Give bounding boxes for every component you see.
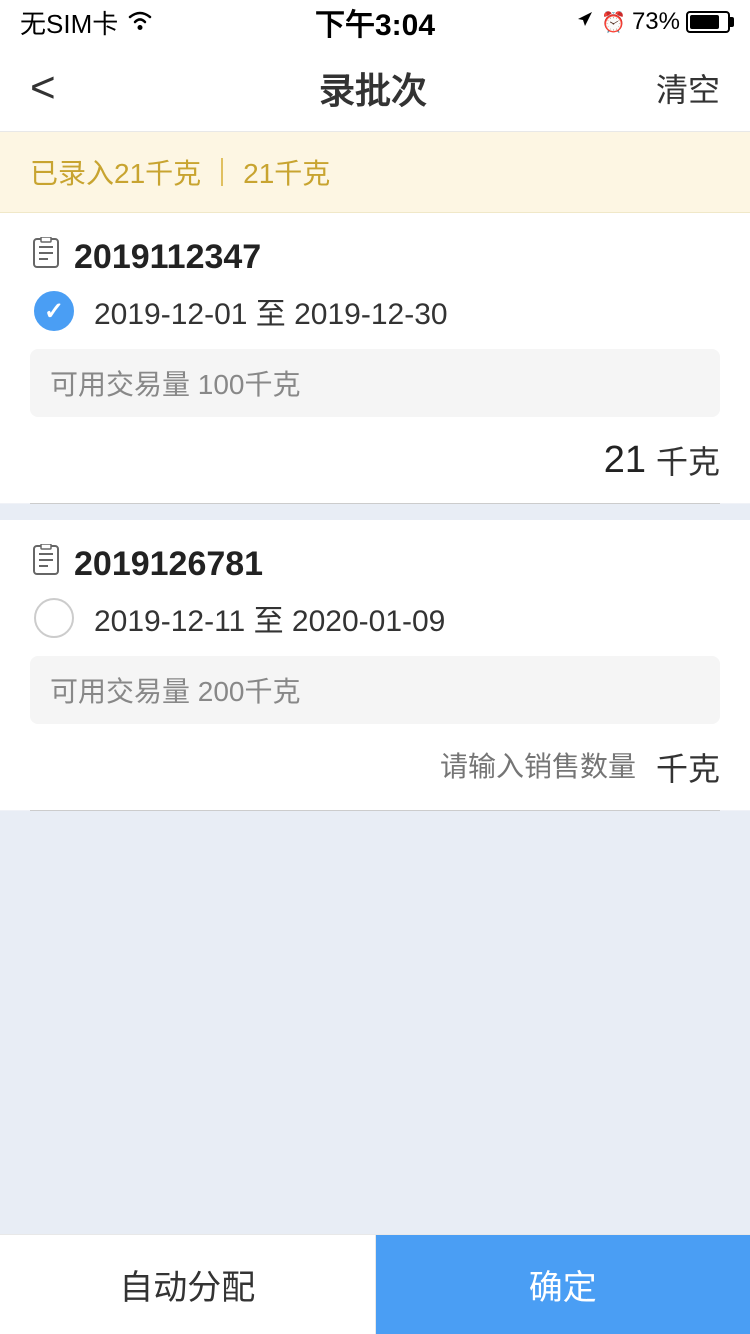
info-banner: 已录入21千克 21千克 — [0, 132, 750, 213]
batch-item-1: 2019112347 2019-12-01 至 2019-12-30 可用交易量… — [0, 213, 750, 417]
batch-1-date: 2019-12-01 至 2019-12-30 — [94, 289, 448, 333]
back-button[interactable]: < — [30, 63, 90, 113]
status-time: 下午3:04 — [315, 0, 435, 44]
batch-1-quantity-row: 千克 — [0, 417, 750, 503]
batch-2-unit: 千克 — [656, 744, 720, 790]
clear-button[interactable]: 清空 — [656, 65, 720, 111]
nav-bar: < 录批次 清空 — [0, 44, 750, 132]
recorded-label: 已录入21千克 — [30, 152, 201, 192]
wifi-icon — [126, 7, 154, 38]
footer: 自动分配 确定 — [0, 1234, 750, 1334]
batch-1-quantity-input[interactable] — [486, 439, 646, 482]
batch-2-header: 2019126781 — [30, 544, 720, 584]
location-icon — [575, 9, 595, 35]
auto-distribute-button[interactable]: 自动分配 — [0, 1235, 376, 1334]
info-divider — [221, 158, 223, 186]
batch-2-id: 2019126781 — [74, 545, 263, 584]
batch-2-quantity-input[interactable] — [336, 751, 636, 783]
batch-2-available: 可用交易量 200千克 — [30, 656, 720, 724]
batch-2-select-row: 2019-12-11 至 2020-01-09 — [30, 596, 720, 640]
batch-2-quantity-row: 千克 — [0, 724, 750, 810]
batch-2-date: 2019-12-11 至 2020-01-09 — [94, 596, 445, 640]
recorded-value: 21千克 — [243, 152, 330, 192]
status-right: ⏰ 73% — [575, 8, 730, 36]
status-left: 无SIM卡 — [20, 4, 154, 41]
status-bar: 无SIM卡 下午3:04 ⏰ 73% — [0, 0, 750, 44]
alarm-icon: ⏰ — [601, 10, 626, 35]
section-divider-1 — [0, 504, 750, 520]
battery-percent: 73% — [632, 8, 680, 36]
batch-1-select-row: 2019-12-01 至 2019-12-30 — [30, 289, 720, 333]
sim-text: 无SIM卡 — [20, 4, 118, 41]
page-title: 录批次 — [319, 62, 427, 114]
batch-item-2: 2019126781 2019-12-11 至 2020-01-09 可用交易量… — [0, 520, 750, 724]
batch-1-header: 2019112347 — [30, 237, 720, 277]
batch-2-radio[interactable] — [34, 598, 74, 638]
batch-1-radio[interactable] — [34, 291, 74, 331]
batch-2-icon — [30, 544, 62, 584]
batch-1-unit: 千克 — [656, 437, 720, 483]
batch-1-icon — [30, 237, 62, 277]
batch-1-available: 可用交易量 100千克 — [30, 349, 720, 417]
confirm-button[interactable]: 确定 — [376, 1235, 750, 1334]
batch-1-id: 2019112347 — [74, 238, 261, 277]
battery-icon — [686, 11, 730, 33]
